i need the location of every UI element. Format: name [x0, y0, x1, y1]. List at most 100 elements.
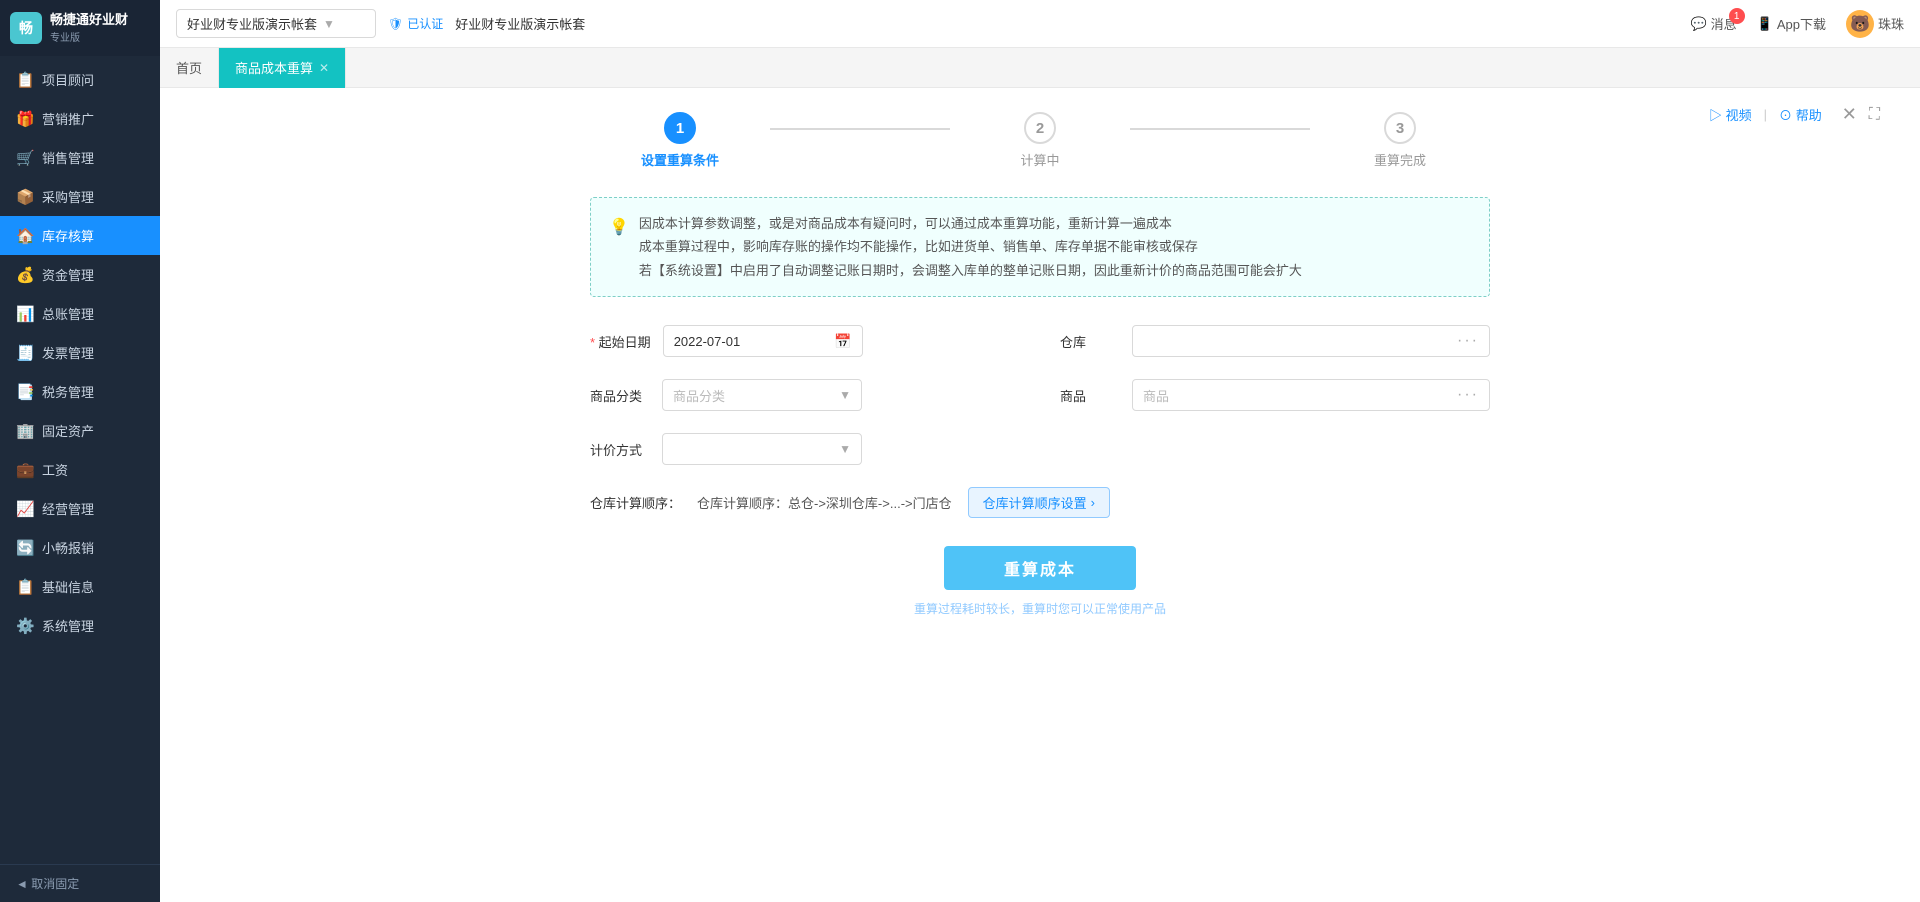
verified-badge: 🛡 已认证 [388, 15, 443, 32]
salary-icon: 💼 [16, 461, 34, 479]
sidebar-item-basic[interactable]: 📋基础信息 [0, 567, 160, 606]
user-avatar[interactable]: 🐻 珠珠 [1846, 10, 1904, 38]
sidebar-item-inventory[interactable]: 🏠库存核算 [0, 216, 160, 255]
sidebar-item-label: 库存核算 [42, 226, 94, 245]
step-3: 3 重算完成 [1310, 112, 1490, 169]
compute-order-value: 仓库计算顺序：总仓->深圳仓库->...->门店仓 [697, 493, 952, 512]
business-icon: 📈 [16, 500, 34, 518]
tab-recalc[interactable]: 商品成本重算 ✕ [219, 48, 346, 88]
price-method-arrow-icon: ▼ [839, 442, 851, 456]
sidebar-item-business[interactable]: 📈 经营管理 [0, 489, 160, 528]
phone-icon: 📱 [1757, 16, 1773, 32]
sidebar-item-label: 采购管理 [42, 187, 94, 206]
start-date-label: 起始日期 [590, 332, 651, 351]
start-date-field: 起始日期 2022-07-01 📅 [590, 325, 1020, 357]
info-box: 💡 因成本计算参数调整，或是对商品成本有疑问时，可以通过成本重算功能，重新计算一… [590, 197, 1490, 297]
sidebar-unpin[interactable]: ◄ 取消固定 [0, 864, 160, 902]
sidebar-item-label: 小畅报销 [42, 538, 94, 557]
sidebar-item-label: 工资 [42, 460, 68, 479]
accounting-icon: 📊 [16, 305, 34, 323]
sidebar-item-label: 经营管理 [42, 499, 94, 518]
message-btn[interactable]: 💬 消息 1 [1690, 14, 1736, 33]
goods-label: 商品 [1060, 386, 1120, 405]
sidebar-item-finance[interactable]: 💰资金管理 [0, 255, 160, 294]
finance-icon: 💰 [16, 266, 34, 284]
price-method-field: 计价方式 ▼ [590, 433, 1020, 465]
sales-icon: 🛒 [16, 149, 34, 167]
expand-icon[interactable]: ⛶ [1869, 106, 1880, 124]
dropdown-arrow-icon: ▼ [839, 388, 851, 402]
system-icon: ⚙️ [16, 617, 34, 635]
invoice-icon: 🧾 [16, 344, 34, 362]
step-3-label: 重算完成 [1374, 150, 1426, 169]
step-1-label: 设置重算条件 [641, 150, 719, 169]
basic-icon: 📋 [16, 578, 34, 596]
category-field: 商品分类 商品分类 ▼ [590, 379, 1020, 411]
sidebar-item-label: 系统管理 [42, 616, 94, 635]
submit-hint: 重算过程耗时较长，重算时您可以正常使用产品 [590, 600, 1490, 617]
sidebar-item-invoice[interactable]: 🧾发票管理 [0, 333, 160, 372]
content-toolbar: ▷ 视频 | ⊙ 帮助 ✕ ⛶ [1709, 104, 1880, 125]
form-row-3: 计价方式 ▼ [590, 433, 1490, 465]
app-download-btn[interactable]: 📱 App下载 [1757, 14, 1826, 33]
sidebar-item-accounting[interactable]: 📊 总账管理 [0, 294, 160, 333]
sidebar-item-sales[interactable]: 🛒 销售管理 [0, 138, 160, 177]
question-icon: ⊙ [1779, 108, 1792, 123]
account-selector[interactable]: 好业财专业版演示帐套 ▼ [176, 9, 376, 38]
app-logo: 畅 [10, 12, 42, 44]
compute-order-btn[interactable]: 仓库计算顺序设置 › [968, 487, 1110, 518]
close-panel-icon[interactable]: ✕ [1842, 104, 1857, 125]
start-date-input[interactable]: 2022-07-01 📅 [663, 325, 863, 357]
compute-order-label: 仓库计算顺序： [590, 493, 681, 512]
bulb-icon: 💡 [609, 214, 629, 282]
app-subtitle: 专业版 [50, 29, 128, 44]
sidebar-item-marketing[interactable]: 🎁营销推广 [0, 99, 160, 138]
project-icon: 📋 [16, 71, 34, 89]
sidebar-nav: 📋 项目顾问 🎁营销推广 🛒 销售管理 📦 采购管理 🏠库存核算💰资金管理 📊 总账管理 🧾发票管理… [0, 56, 160, 864]
warehouse-input[interactable]: ··· [1132, 325, 1490, 357]
sidebar: 畅 畅捷通好业财 专业版 📋项目顾问🎁营销推广🛒销售管理📦采购管理🏠库存核算💰资… [0, 0, 160, 902]
submit-btn[interactable]: 重算成本 [944, 546, 1136, 590]
step-3-circle: 3 [1384, 112, 1416, 144]
sidebar-item-project[interactable]: 📋 项目顾问 [0, 60, 160, 99]
avatar-icon: 🐻 [1846, 10, 1874, 38]
price-method-input[interactable]: ▼ [662, 433, 862, 465]
goods-field: 商品 商品 ··· [1060, 379, 1490, 411]
sidebar-item-tax[interactable]: 📑税务管理 [0, 372, 160, 411]
info-text: 因成本计算参数调整，或是对商品成本有疑问时，可以通过成本重算功能，重新计算一遍成… [639, 212, 1302, 282]
account-name: 好业财专业版演示帐套 [187, 14, 317, 33]
sidebar-item-salary[interactable]: 💼 工资 [0, 450, 160, 489]
topbar-right: 💬 消息 1 📱 App下载 🐻 珠珠 [1690, 10, 1904, 38]
warehouse-field: 仓库 ··· [1060, 325, 1490, 357]
sidebar-item-label: 销售管理 [42, 148, 94, 167]
sidebar-item-expense[interactable]: 🔄小畅报销 [0, 528, 160, 567]
video-link[interactable]: ▷ 视频 [1709, 105, 1752, 124]
sidebar-item-system[interactable]: ⚙️ 系统管理 [0, 606, 160, 645]
step-line-2 [1130, 128, 1310, 130]
tab-home[interactable]: 首页 [160, 48, 219, 88]
step-1-circle: 1 [664, 112, 696, 144]
sidebar-item-label: 总账管理 [42, 304, 94, 323]
tab-close-icon[interactable]: ✕ [319, 61, 329, 75]
company-name: 好业财专业版演示帐套 [455, 14, 585, 33]
category-input[interactable]: 商品分类 ▼ [662, 379, 862, 411]
warehouse-label: 仓库 [1060, 332, 1120, 351]
step-1: 1 设置重算条件 [590, 112, 770, 169]
purchase-icon: 📦 [16, 188, 34, 206]
form-section: 起始日期 2022-07-01 📅 仓库 ··· 商品分 [590, 325, 1490, 617]
help-link[interactable]: ⊙ 帮助 [1779, 105, 1822, 124]
sidebar-item-fixed_assets[interactable]: 🏢固定资产 [0, 411, 160, 450]
tab-home-label: 首页 [176, 58, 202, 77]
chevron-down-icon: ▼ [323, 17, 335, 31]
goods-placeholder: 商品 [1143, 386, 1169, 405]
step-2: 2 计算中 [950, 112, 1130, 169]
sidebar-item-label: 项目顾问 [42, 70, 94, 89]
goods-dots-icon: ··· [1457, 386, 1479, 404]
step-2-label: 计算中 [1020, 150, 1059, 169]
sidebar-item-purchase[interactable]: 📦 采购管理 [0, 177, 160, 216]
calendar-icon: 📅 [834, 333, 851, 350]
message-icon: 💬 [1690, 16, 1706, 32]
tax-icon: 📑 [16, 383, 34, 401]
form-row-1: 起始日期 2022-07-01 📅 仓库 ··· [590, 325, 1490, 357]
goods-input[interactable]: 商品 ··· [1132, 379, 1490, 411]
